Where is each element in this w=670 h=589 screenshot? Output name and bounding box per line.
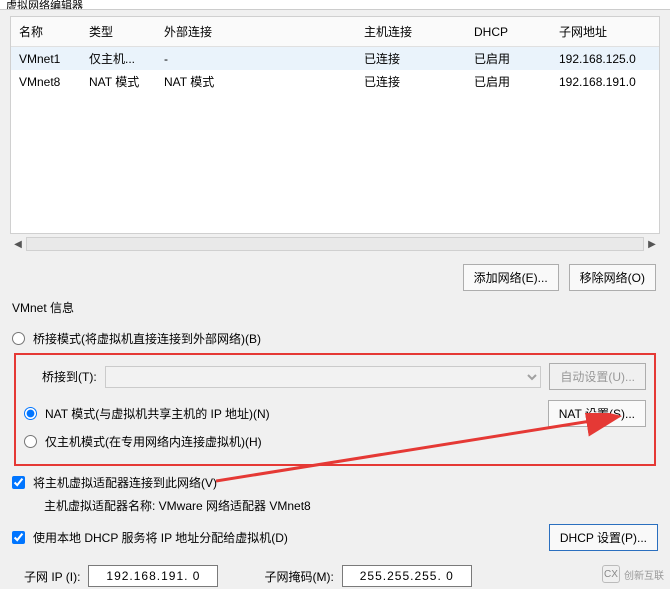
nat-label: NAT 模式(与虚拟机共享主机的 IP 地址)(N) [45, 405, 270, 422]
subnet-mask-label: 子网掩码(M): [264, 568, 333, 585]
vmnet-info-label: VMnet 信息 [12, 299, 670, 316]
col-ext[interactable]: 外部连接 [156, 17, 356, 47]
add-network-button[interactable]: 添加网络(E)... [463, 264, 559, 291]
table-header-row: 名称 类型 外部连接 主机连接 DHCP 子网地址 [11, 17, 659, 47]
connect-host-adapter-row: 将主机虚拟适配器连接到此网络(V) [12, 474, 658, 491]
titlebar: 虚拟网络编辑器 [0, 0, 670, 10]
bridged-label: 桥接模式(将虚拟机直接连接到外部网络)(B) [33, 330, 261, 347]
network-table: 名称 类型 外部连接 主机连接 DHCP 子网地址 VMnet1 仅主机... … [10, 16, 660, 234]
col-dhcp[interactable]: DHCP [466, 17, 551, 47]
cell-host: 已连接 [356, 47, 466, 71]
col-type[interactable]: 类型 [81, 17, 156, 47]
auto-settings-button: 自动设置(U)... [549, 363, 646, 390]
table-row[interactable]: VMnet1 仅主机... - 已连接 已启用 192.168.125.0 [11, 47, 659, 71]
cell-ext: - [156, 47, 356, 71]
cell-ext: NAT 模式 [156, 70, 356, 93]
watermark-icon: CX [602, 565, 620, 583]
hostonly-label: 仅主机模式(在专用网络内连接虚拟机)(H) [45, 433, 262, 450]
watermark-text: 创新互联 [624, 567, 664, 582]
bridged-to-label: 桥接到(T): [42, 368, 97, 385]
subnet-ip-input[interactable] [88, 565, 218, 587]
bridged-radio[interactable] [12, 332, 25, 345]
dhcp-settings-button[interactable]: DHCP 设置(P)... [549, 524, 658, 551]
col-name[interactable]: 名称 [11, 17, 81, 47]
bridged-mode-row: 桥接模式(将虚拟机直接连接到外部网络)(B) [12, 330, 658, 347]
use-dhcp-checkbox[interactable] [12, 531, 25, 544]
cell-dhcp: 已启用 [466, 47, 551, 71]
connect-host-adapter-label: 将主机虚拟适配器连接到此网络(V) [33, 474, 217, 491]
scroll-left-icon[interactable]: ◀ [10, 236, 26, 252]
use-dhcp-label: 使用本地 DHCP 服务将 IP 地址分配给虚拟机(D) [33, 529, 288, 546]
subnet-ip-label: 子网 IP (I): [24, 568, 80, 585]
remove-network-button[interactable]: 移除网络(O) [569, 264, 656, 291]
nat-settings-button[interactable]: NAT 设置(S)... [548, 400, 646, 427]
nat-mode-row: NAT 模式(与虚拟机共享主机的 IP 地址)(N) NAT 设置(S)... [24, 400, 646, 427]
cell-dhcp: 已启用 [466, 70, 551, 93]
bridged-to-select [105, 366, 542, 388]
col-host[interactable]: 主机连接 [356, 17, 466, 47]
horizontal-scrollbar[interactable]: ◀ ▶ [10, 234, 660, 254]
hostonly-mode-row: 仅主机模式(在专用网络内连接虚拟机)(H) [24, 433, 646, 450]
cell-subnet: 192.168.191.0 [551, 70, 659, 93]
adapter-name-text: 主机虚拟适配器名称: VMware 网络适配器 VMnet8 [44, 497, 658, 514]
cell-type: NAT 模式 [81, 70, 156, 93]
use-dhcp-row: 使用本地 DHCP 服务将 IP 地址分配给虚拟机(D) DHCP 设置(P).… [12, 524, 658, 551]
table-row[interactable]: VMnet8 NAT 模式 NAT 模式 已连接 已启用 192.168.191… [11, 70, 659, 93]
connect-host-adapter-checkbox[interactable] [12, 476, 25, 489]
watermark: CX 创新互联 [602, 565, 664, 583]
cell-name: VMnet1 [11, 47, 81, 71]
hostonly-radio[interactable] [24, 435, 37, 448]
subnet-mask-input[interactable] [342, 565, 472, 587]
cell-subnet: 192.168.125.0 [551, 47, 659, 71]
cell-type: 仅主机... [81, 47, 156, 71]
col-subnet[interactable]: 子网地址 [551, 17, 659, 47]
highlight-box: 桥接到(T): 自动设置(U)... NAT 模式(与虚拟机共享主机的 IP 地… [14, 353, 656, 466]
cell-name: VMnet8 [11, 70, 81, 93]
scroll-right-icon[interactable]: ▶ [644, 236, 660, 252]
window-title: 虚拟网络编辑器 [6, 0, 83, 10]
cell-host: 已连接 [356, 70, 466, 93]
scroll-track[interactable] [26, 237, 644, 251]
nat-radio[interactable] [24, 407, 37, 420]
